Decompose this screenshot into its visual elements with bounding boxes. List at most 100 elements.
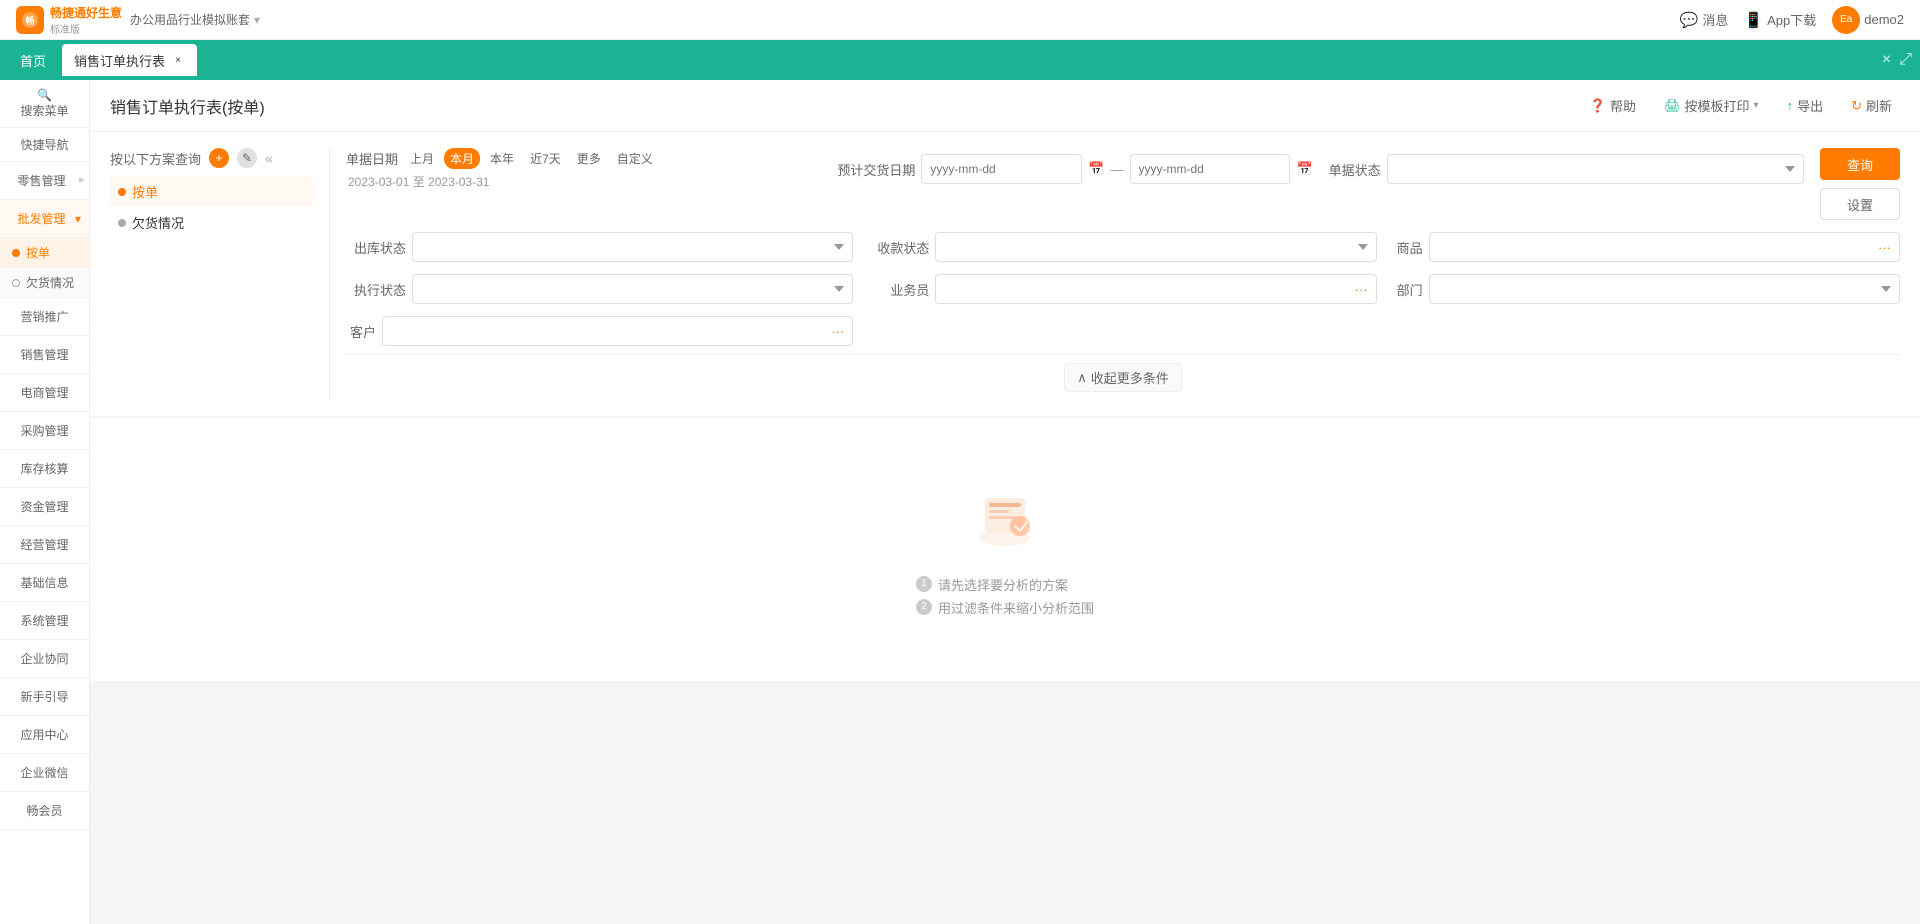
export-icon: ↑ — [1787, 98, 1794, 113]
empty-illustration — [965, 478, 1045, 558]
sidebar-item-quick-nav[interactable]: 快捷导航 — [0, 128, 89, 162]
customer-more-icon[interactable]: ··· — [831, 324, 844, 339]
edit-scheme-button[interactable]: ✎ — [237, 148, 257, 168]
outbound-label: 出库状态 — [346, 238, 406, 257]
tab-home[interactable]: 首页 — [8, 44, 58, 76]
circle-icon — [12, 279, 20, 287]
app-download-button[interactable]: 📱 App下载 — [1744, 10, 1816, 29]
filter-scheme-item-按单[interactable]: 按单 — [110, 176, 313, 207]
active-dot-icon — [12, 249, 20, 257]
tab-sales-order[interactable]: 销售订单执行表 × — [62, 44, 197, 76]
calendar-start-icon[interactable]: 📅 — [1088, 161, 1104, 177]
sidebar-item-corp[interactable]: 企业协同 — [0, 640, 89, 678]
sidebar: 🔍 搜索菜单 快捷导航 零售管理 ▸ 批发管理 ▾ 按单 欠货情况 营销推广 销… — [0, 80, 90, 924]
add-scheme-button[interactable]: + — [209, 148, 229, 168]
sidebar-item-operations[interactable]: 经营管理 — [0, 526, 89, 564]
sidebar-item-system[interactable]: 系统管理 — [0, 602, 89, 640]
sidebar-item-wechat[interactable]: 企业微信 — [0, 754, 89, 792]
expected-date-start-input[interactable] — [921, 154, 1082, 184]
date-tab-custom[interactable]: 自定义 — [611, 148, 659, 169]
receipt-select[interactable] — [935, 232, 1376, 262]
sidebar-item-apps[interactable]: 应用中心 — [0, 716, 89, 754]
sidebar-item-finance[interactable]: 资金管理 — [0, 488, 89, 526]
salesperson-label: 业务员 — [869, 280, 929, 299]
main-layout: 🔍 搜索菜单 快捷导航 零售管理 ▸ 批发管理 ▾ 按单 欠货情况 营销推广 销… — [0, 80, 1920, 924]
logo-text: 畅捷通好生意 标准版 — [50, 4, 122, 36]
customer-picker[interactable]: ··· — [382, 316, 853, 346]
help-button[interactable]: ❓ 帮助 — [1582, 92, 1644, 119]
filter-left-panel: 按以下方案查询 + ✎ « 按单 欠货情况 — [110, 148, 330, 400]
sidebar-item-guide[interactable]: 新手引导 — [0, 678, 89, 716]
collapse-row: ∧ 收起更多条件 — [346, 354, 1900, 400]
exec-select[interactable] — [412, 274, 853, 304]
maximize-icon[interactable]: ⤢ — [1899, 51, 1912, 69]
outbound-select[interactable] — [412, 232, 853, 262]
filter-field-salesperson: 业务员 ··· — [869, 274, 1376, 304]
filter-field-status: 单据状态 — [1329, 148, 1804, 190]
sidebar-item-search-menu[interactable]: 🔍 搜索菜单 — [0, 80, 89, 128]
expected-date-label: 预计交货日期 — [837, 160, 915, 179]
breadcrumb-arrow-icon[interactable]: ▾ — [254, 13, 260, 27]
sidebar-sub-item-按单[interactable]: 按单 — [0, 238, 89, 268]
filter-panel-label: 按以下方案查询 — [110, 149, 201, 168]
date-tab-more[interactable]: 更多 — [571, 148, 607, 169]
sidebar-sub-item-欠货情况[interactable]: 欠货情况 — [0, 268, 89, 298]
filter-grid-row1: 单据日期 上月 本月 本年 近7天 更多 自定义 — [346, 148, 1804, 190]
print-dropdown-icon[interactable]: ▾ — [1754, 100, 1759, 111]
collapse-left-panel-button[interactable]: « — [265, 150, 273, 166]
goods-picker[interactable]: ··· — [1429, 232, 1900, 262]
query-button[interactable]: 查询 — [1820, 148, 1900, 180]
top-bar-left: 畅 畅捷通好生意 标准版 办公用品行业模拟账套 ▾ — [16, 4, 260, 36]
avatar: Ea — [1832, 6, 1860, 34]
user-avatar[interactable]: Ea demo2 — [1832, 6, 1904, 34]
customer-label: 客户 — [346, 322, 376, 341]
tip-num-2: 2 — [916, 599, 932, 615]
collapse-button[interactable]: ∧ 收起更多条件 — [1064, 363, 1182, 392]
salesperson-more-icon[interactable]: ··· — [1355, 282, 1368, 297]
collapse-caret-icon: ∧ — [1077, 370, 1087, 386]
sidebar-item-retail[interactable]: 零售管理 ▸ — [0, 162, 89, 200]
goods-more-icon[interactable]: ··· — [1878, 240, 1891, 255]
sidebar-item-ecommerce[interactable]: 电商管理 — [0, 374, 89, 412]
status-select[interactable] — [1387, 154, 1804, 184]
tab-close-icon[interactable]: × — [171, 53, 185, 67]
calendar-end-icon[interactable]: 📅 — [1296, 161, 1312, 177]
top-bar: 畅 畅捷通好生意 标准版 办公用品行业模拟账套 ▾ 💬 消息 📱 App下载 E… — [0, 0, 1920, 40]
sidebar-item-basic[interactable]: 基础信息 — [0, 564, 89, 602]
top-bar-right: 💬 消息 📱 App下载 Ea demo2 — [1680, 6, 1904, 34]
inactive-scheme-dot — [118, 219, 126, 227]
sidebar-item-inventory[interactable]: 库存核算 — [0, 450, 89, 488]
settings-button[interactable]: 设置 — [1820, 188, 1900, 220]
sidebar-item-marketing[interactable]: 营销推广 — [0, 298, 89, 336]
sidebar-item-member[interactable]: 畅会员 — [0, 792, 89, 830]
dept-select[interactable] — [1429, 274, 1900, 304]
filter-field-receipt: 收款状态 — [869, 232, 1376, 262]
salesperson-picker[interactable]: ··· — [935, 274, 1376, 304]
empty-tip-2: 2 用过滤条件来缩小分析范围 — [916, 597, 1094, 620]
date-tab-last-month[interactable]: 上月 — [404, 148, 440, 169]
message-button[interactable]: 💬 消息 — [1680, 10, 1729, 29]
sidebar-item-sales[interactable]: 销售管理 — [0, 336, 89, 374]
empty-tip-1: 1 请先选择要分析的方案 — [916, 574, 1094, 597]
print-icon: 🖨 — [1664, 98, 1681, 114]
chevron-right-icon: ▸ — [79, 172, 85, 186]
date-tab-current-month[interactable]: 本月 — [444, 148, 480, 169]
filter-row-3: 执行状态 业务员 ··· 部门 — [346, 274, 1900, 304]
filter-left-title: 按以下方案查询 + ✎ « — [110, 148, 313, 168]
filter-field-customer: 客户 ··· — [346, 316, 853, 346]
sidebar-item-purchase[interactable]: 采购管理 — [0, 412, 89, 450]
print-button[interactable]: 🖨 按模板打印 ▾ — [1656, 92, 1767, 119]
filter-right-panel: 单据日期 上月 本月 本年 近7天 更多 自定义 — [330, 148, 1900, 400]
date-tab-current-year[interactable]: 本年 — [484, 148, 520, 169]
filter-scheme-item-欠货情况[interactable]: 欠货情况 — [110, 207, 313, 238]
filter-row-1: 单据日期 上月 本月 本年 近7天 更多 自定义 — [346, 148, 1900, 220]
sidebar-item-wholesale[interactable]: 批发管理 ▾ — [0, 200, 89, 238]
close-window-icon[interactable]: × — [1882, 51, 1891, 69]
filter-area: 按以下方案查询 + ✎ « 按单 欠货情况 — [90, 132, 1920, 416]
export-button[interactable]: ↑ 导出 — [1779, 92, 1832, 119]
expected-date-end-input[interactable] — [1130, 154, 1291, 184]
sidebar-item-wholesale-label: 批发管理 — [8, 210, 75, 227]
refresh-button[interactable]: ↻ 刷新 — [1843, 92, 1900, 119]
active-scheme-dot — [118, 188, 126, 196]
date-tab-last7[interactable]: 近7天 — [524, 148, 567, 169]
